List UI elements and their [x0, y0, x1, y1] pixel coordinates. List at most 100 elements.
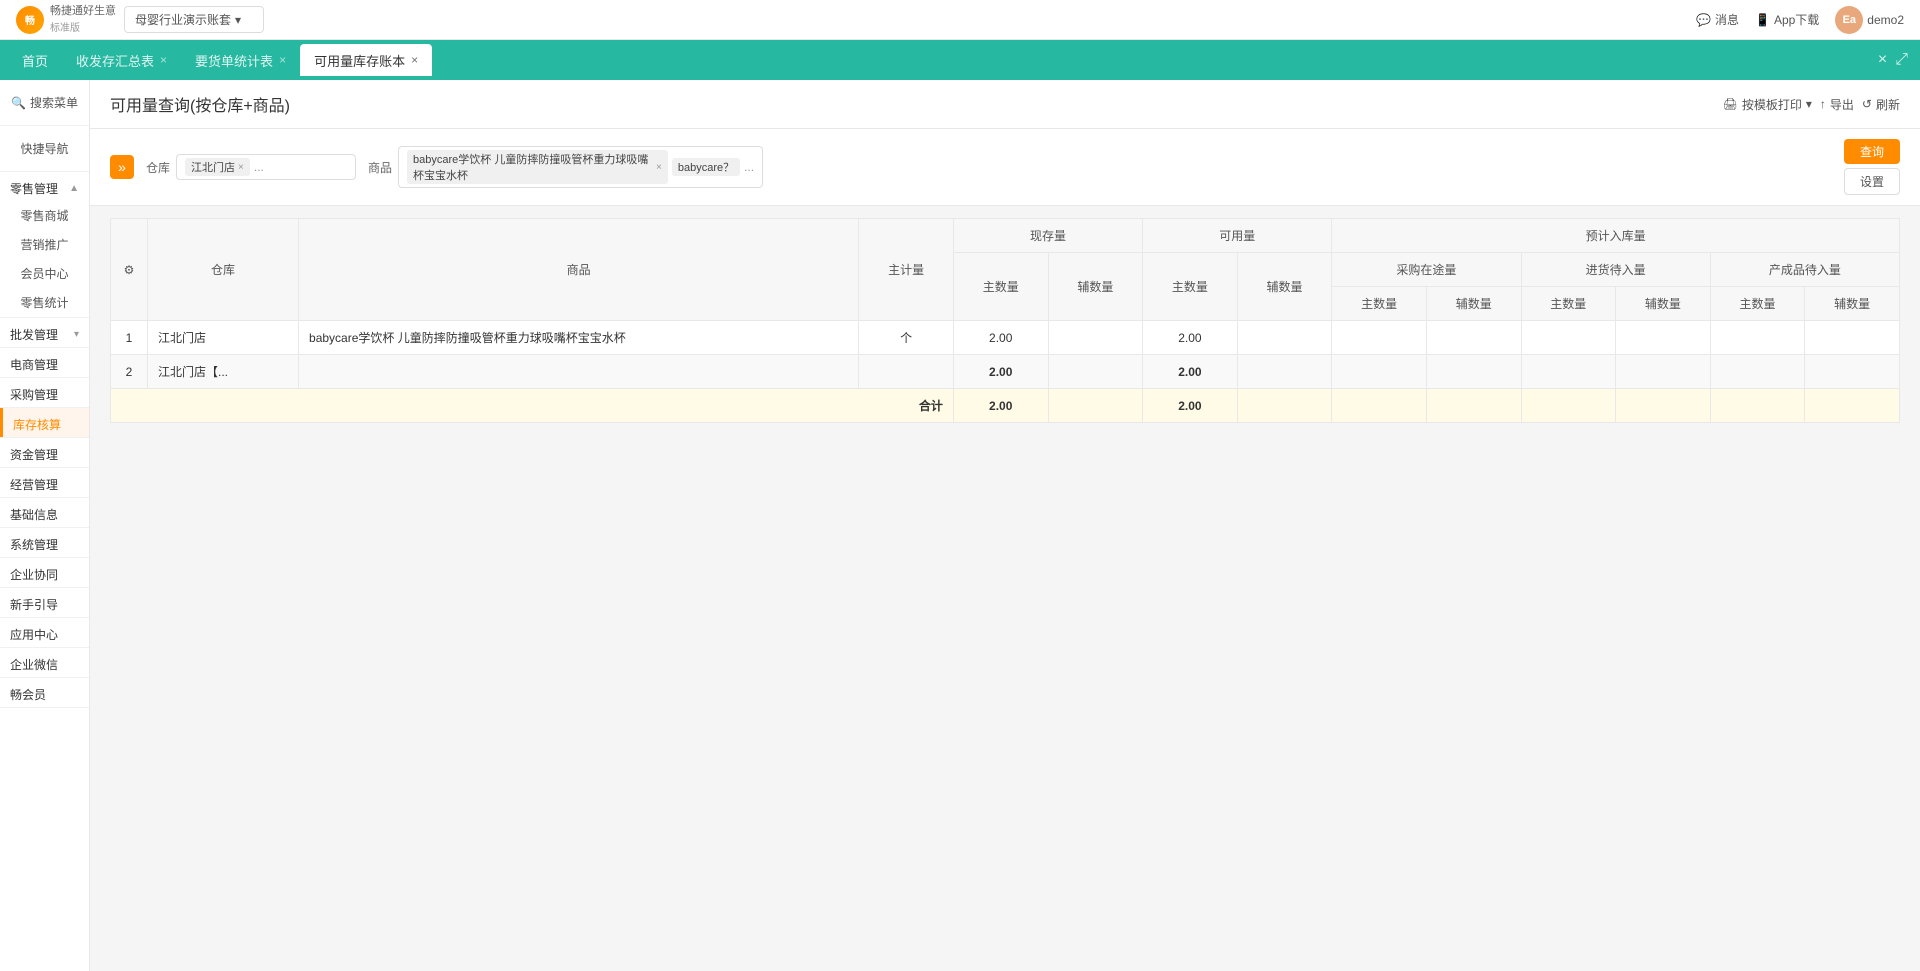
newbie-section-label: 新手引导	[10, 596, 58, 613]
row2-product	[299, 355, 859, 389]
tab-order-stats[interactable]: 要货单统计表 ×	[181, 44, 300, 76]
sidebar-section-system-header[interactable]: 系统管理	[0, 528, 89, 557]
tab-close-all-icon[interactable]: ×	[1878, 51, 1887, 69]
row2-unit	[859, 355, 954, 389]
row2-purchase-aux	[1426, 355, 1521, 389]
th-main-unit: 主计量	[859, 219, 954, 321]
summary-avail-aux	[1237, 389, 1332, 423]
tab-available-stock[interactable]: 可用量库存账本 ×	[300, 44, 432, 76]
summary-product-main	[1710, 389, 1805, 423]
th-settings[interactable]: ⚙	[111, 219, 148, 321]
sidebar-item-retail-stats[interactable]: 零售统计	[0, 288, 89, 317]
sidebar-section-vip-header[interactable]: 畅会员	[0, 678, 89, 707]
print-icon: 🖨	[1723, 97, 1738, 111]
export-btn[interactable]: ↑ 导出	[1820, 96, 1854, 113]
wholesale-expand-icon: ▾	[74, 329, 79, 340]
sidebar-section-finance: 资金管理	[0, 438, 89, 468]
user-menu[interactable]: Ea demo2	[1835, 6, 1904, 34]
product-filter-group: 商品 babycare学饮杯 儿童防摔防撞吸管杯重力球吸嘴杯宝宝水杯 × bab…	[368, 146, 763, 188]
product-tag-babycare2: babycare？	[672, 158, 740, 176]
row1-stock-aux	[1048, 321, 1143, 355]
message-icon: 💬	[1696, 13, 1711, 27]
sidebar-section-finance-header[interactable]: 资金管理	[0, 438, 89, 467]
sidebar-section-inventory-header[interactable]: 库存核算	[0, 408, 89, 437]
sidebar-item-retail-member[interactable]: 会员中心	[0, 259, 89, 288]
tab-available-stock-close[interactable]: ×	[411, 53, 418, 67]
product-tag-close[interactable]: ×	[656, 162, 662, 173]
th-available: 可用量	[1143, 219, 1332, 253]
expand-arrow-icon: »	[118, 159, 126, 175]
sidebar-section-retail-header[interactable]: 零售管理 ▲	[0, 172, 89, 201]
row2-avail-main: 2.00	[1143, 355, 1238, 389]
product-filter-tags[interactable]: babycare学饮杯 儿童防摔防撞吸管杯重力球吸嘴杯宝宝水杯 × babyca…	[398, 146, 763, 188]
th-inbound-aux: 辅数量	[1616, 287, 1711, 321]
filter-setting-btn[interactable]: 设置	[1844, 168, 1900, 195]
retail-expand-icon: ▲	[69, 183, 79, 194]
tab-home[interactable]: 首页	[8, 44, 62, 76]
row1-stock-main: 2.00	[953, 321, 1048, 355]
sidebar: 🔍 搜索菜单 快捷导航 零售管理 ▲ 零售商城 营销推广 会员中心	[0, 80, 90, 971]
warehouse-tag-jiangbei: 江北门店 ×	[185, 158, 250, 176]
app-download-btn[interactable]: 📱 App下载	[1755, 11, 1819, 28]
sidebar-item-quick-nav[interactable]: 快捷导航	[0, 134, 89, 163]
industry-label: 母婴行业演示账套	[135, 11, 231, 28]
sidebar-section-ecommerce-header[interactable]: 电商管理	[0, 348, 89, 377]
row2-product-aux	[1805, 355, 1900, 389]
sidebar-section-vip: 畅会员	[0, 678, 89, 708]
row2-avail-aux	[1237, 355, 1332, 389]
logo-icon: 畅	[16, 6, 44, 34]
tab-order-stats-close[interactable]: ×	[279, 53, 286, 67]
row1-unit: 个	[859, 321, 954, 355]
data-table: ⚙ 仓库 商品 主计量 现存量	[110, 218, 1900, 423]
sidebar-section-wholesale-header[interactable]: 批发管理 ▾	[0, 318, 89, 347]
tab-receipt-summary-close[interactable]: ×	[160, 53, 167, 67]
sidebar-section-newbie-header[interactable]: 新手引导	[0, 588, 89, 617]
sidebar-section-enterprise-header[interactable]: 企业协同	[0, 558, 89, 587]
product-tag-babycare: babycare学饮杯 儿童防摔防撞吸管杯重力球吸嘴杯宝宝水杯 ×	[407, 150, 668, 184]
template-print-btn[interactable]: 🖨 按模板打印 ▾	[1723, 96, 1812, 113]
industry-selector[interactable]: 母婴行业演示账套 ▾	[124, 6, 264, 33]
quick-nav-label: 快捷导航	[20, 140, 68, 157]
sidebar-section-wechat-header[interactable]: 企业微信	[0, 648, 89, 677]
tab-order-stats-label: 要货单统计表	[195, 51, 273, 70]
row2-purchase-main	[1332, 355, 1427, 389]
username: demo2	[1867, 13, 1904, 27]
row1-index: 1	[111, 321, 148, 355]
filter-expand-btn[interactable]: »	[110, 155, 134, 179]
sidebar-item-retail-mall[interactable]: 零售商城	[0, 201, 89, 230]
settings-icon[interactable]: ⚙	[121, 262, 137, 278]
row1-inbound-main	[1521, 321, 1616, 355]
tab-window-actions: × ⤢	[1878, 51, 1920, 69]
product-filter-label: 商品	[368, 159, 392, 176]
refresh-icon: ↺	[1862, 97, 1872, 111]
tab-expand-icon[interactable]: ⤢	[1895, 51, 1908, 69]
sidebar-section-operations-header[interactable]: 经营管理	[0, 468, 89, 497]
row1-purchase-main	[1332, 321, 1427, 355]
warehouse-filter-more[interactable]: ...	[254, 160, 264, 174]
filter-row: 仓库 江北门店 × ... 商品 babycare学饮杯 儿童防摔防撞吸管杯重力…	[146, 146, 1832, 188]
query-btn[interactable]: 查询	[1844, 139, 1900, 164]
message-btn[interactable]: 💬 消息	[1696, 11, 1739, 28]
sidebar-item-retail-promo[interactable]: 营销推广	[0, 230, 89, 259]
search-icon: 🔍	[11, 96, 26, 110]
wholesale-section-label: 批发管理	[10, 326, 58, 343]
row2-product-main	[1710, 355, 1805, 389]
filter-btn-area: 查询 设置	[1844, 139, 1900, 195]
warehouse-filter-tags[interactable]: 江北门店 × ...	[176, 154, 356, 180]
page-header: 可用量查询(按仓库+商品) 🖨 按模板打印 ▾ ↑ 导出 ↺ 刷新	[90, 80, 1920, 129]
search-menu-btn[interactable]: 🔍 搜索菜单	[8, 90, 81, 115]
top-bar: 畅 畅捷通好生意 标准版 母婴行业演示账套 ▾ 💬 消息 📱 App下载 Ea …	[0, 0, 1920, 40]
sidebar-section-apps-header[interactable]: 应用中心	[0, 618, 89, 647]
product-filter-more[interactable]: ...	[744, 160, 754, 174]
tab-receipt-summary[interactable]: 收发存汇总表 ×	[62, 44, 181, 76]
refresh-btn[interactable]: ↺ 刷新	[1862, 96, 1900, 113]
summary-inbound-main	[1521, 389, 1616, 423]
warehouse-tag-close[interactable]: ×	[238, 162, 244, 173]
sidebar-section-purchase-header[interactable]: 采购管理	[0, 378, 89, 407]
sidebar-section-wechat: 企业微信	[0, 648, 89, 678]
retail-section-label: 零售管理	[10, 180, 58, 197]
filter-area: » 仓库 江北门店 × ... 商品	[90, 129, 1920, 206]
row2-inbound-aux	[1616, 355, 1711, 389]
row2-stock-aux	[1048, 355, 1143, 389]
sidebar-section-basic-header[interactable]: 基础信息	[0, 498, 89, 527]
